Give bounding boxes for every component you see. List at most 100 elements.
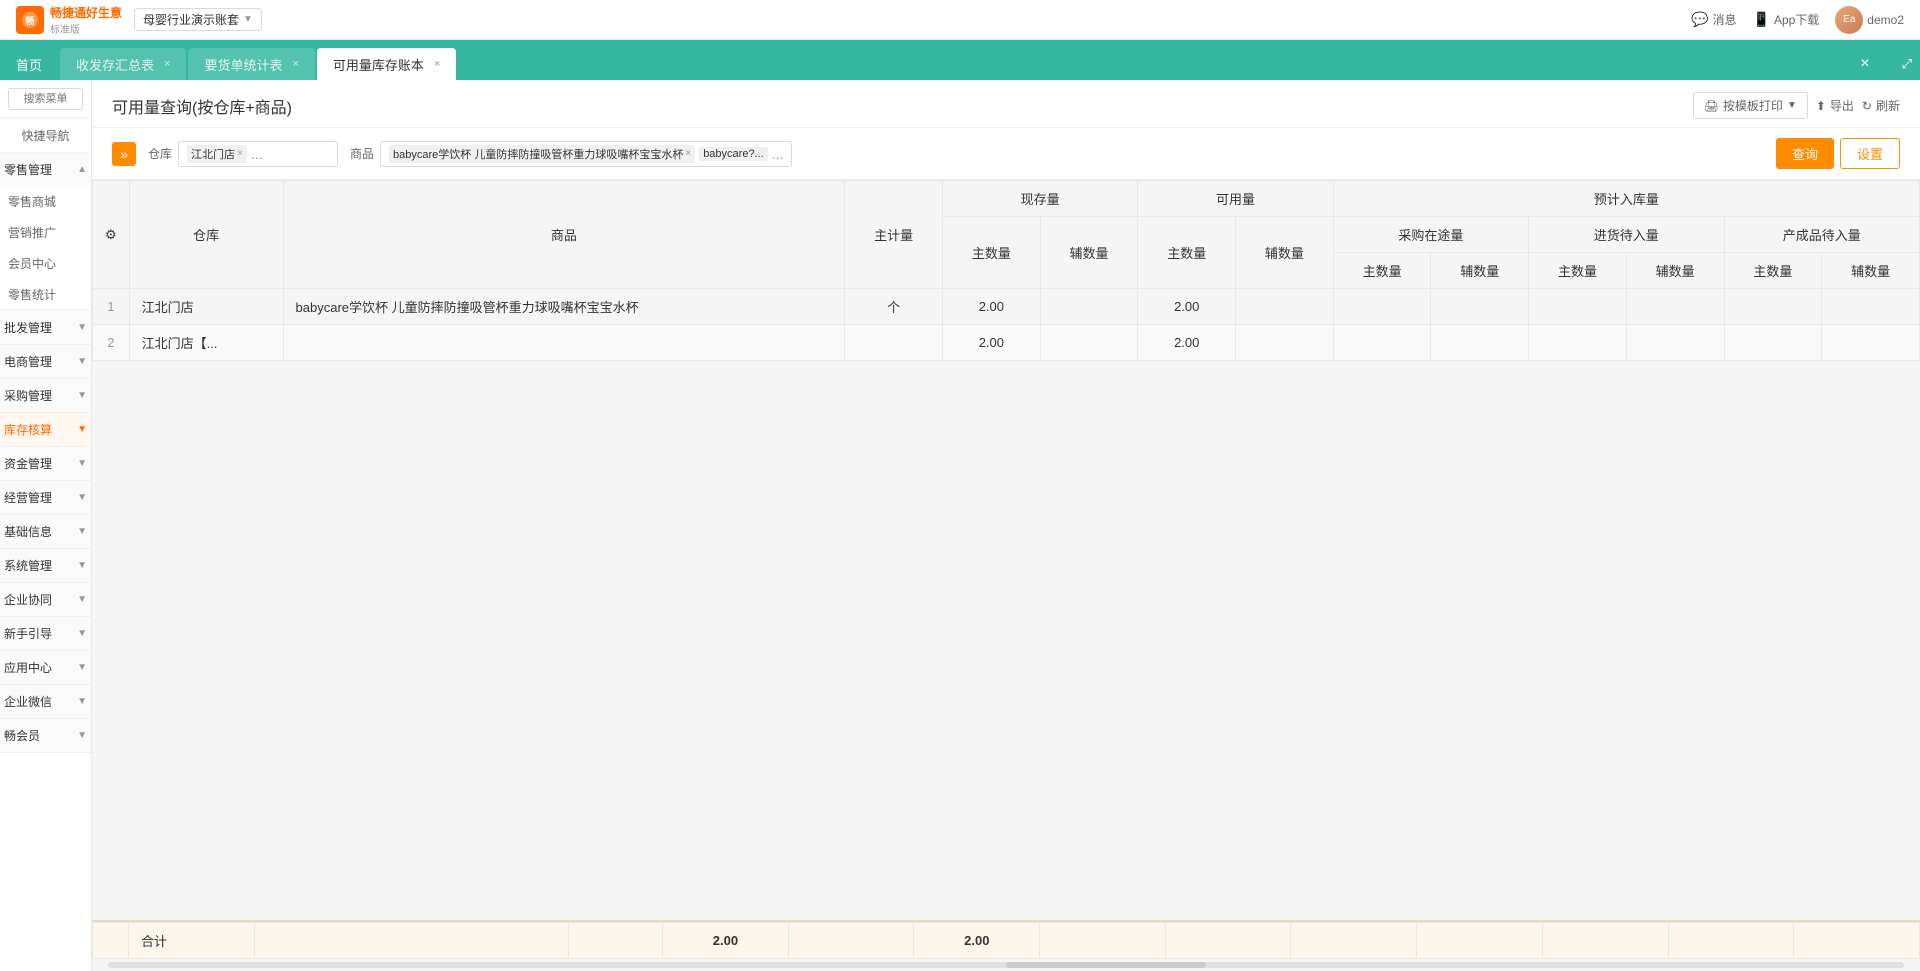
sidebar-group-purchase-title[interactable]: 采购管理 ▼ — [0, 379, 91, 412]
row-warehouse-2: 江北门店【... — [129, 325, 283, 361]
tab-order-label: 要货单统计表 — [204, 55, 282, 74]
sidebar-group-appstore-title[interactable]: 应用中心 ▼ — [0, 651, 91, 684]
scroll-track — [108, 962, 1904, 968]
sidebar-group-newbie-title[interactable]: 新手引导 ▼ — [0, 617, 91, 650]
tab-receipt[interactable]: 收发存汇总表 × — [60, 48, 186, 80]
expand-filter-button[interactable]: » — [112, 142, 136, 166]
user-menu[interactable]: Ea demo2 — [1835, 6, 1904, 34]
sidebar-group-business: 经营管理 ▼ — [0, 481, 91, 515]
query-button[interactable]: 查询 — [1776, 138, 1834, 169]
sidebar-group-business-title[interactable]: 经营管理 ▼ — [0, 481, 91, 514]
warehouse-filter-group: 仓库 江北门店 × ... — [148, 141, 338, 167]
sidebar-group-newbie: 新手引导 ▼ — [0, 617, 91, 651]
sidebar-group-ecom: 电商管理 ▼ — [0, 345, 91, 379]
th-available-aux: 辅数量 — [1236, 217, 1334, 289]
th-product-pending: 产成品待入量 — [1724, 217, 1920, 253]
th-current-stock: 现存量 — [943, 181, 1138, 217]
export-button[interactable]: ⬆ 导出 — [1816, 97, 1854, 114]
sidebar-group-wechat-title[interactable]: 企业微信 ▼ — [0, 685, 91, 718]
th-purchase-aux: 辅数量 — [1431, 253, 1529, 289]
th-product: 商品 — [283, 181, 845, 289]
message-button[interactable]: 💬 消息 — [1691, 11, 1736, 28]
warehouse-filter-label: 仓库 — [148, 145, 172, 162]
horizontal-scrollbar[interactable] — [92, 959, 1920, 971]
chevron-down-icon: ▼ — [243, 14, 253, 25]
sidebar-item-retail-stats[interactable]: 零售统计 — [0, 279, 91, 310]
purchase-label: 采购管理 — [4, 387, 52, 404]
th-purchase-main: 主数量 — [1333, 253, 1431, 289]
sidebar-group-member-title[interactable]: 畅会员 ▼ — [0, 719, 91, 752]
content-area: 可用量查询(按仓库+商品) 🖨 按模板打印 ▼ ⬆ 导出 ↻ 刷新 — [92, 80, 1920, 971]
row-purchase-main-1 — [1333, 289, 1431, 325]
sidebar-group-finance: 资金管理 ▼ — [0, 447, 91, 481]
sidebar-item-members[interactable]: 会员中心 — [0, 248, 91, 279]
tab-inventory-close[interactable]: × — [434, 58, 440, 70]
sidebar-group-system-title[interactable]: 系统管理 ▼ — [0, 549, 91, 582]
logo-text: 畅捷通好生意 — [50, 4, 122, 21]
refresh-button[interactable]: ↻ 刷新 — [1862, 97, 1900, 114]
row-product-1: babycare学饮杯 儿童防摔防撞吸管杯重力球吸嘴杯宝宝水杯 — [283, 289, 845, 325]
th-settings[interactable]: ⚙ — [93, 181, 130, 289]
nav-tabs: 首页 收发存汇总表 × 要货单统计表 × 可用量库存账本 × × ⤢ — [0, 40, 1920, 80]
footer-inbound-aux — [1542, 923, 1668, 959]
sidebar-item-quick-nav[interactable]: 快捷导航 — [0, 119, 91, 153]
message-icon: 💬 — [1691, 11, 1708, 28]
row-available-aux-2 — [1236, 325, 1334, 361]
footer-total-table: 合计 2.00 2.00 — [92, 922, 1920, 959]
sidebar-group-retail-title[interactable]: 零售管理 ▲ — [0, 153, 91, 186]
tab-receipt-close[interactable]: × — [164, 58, 170, 70]
row-product-main-1 — [1724, 289, 1822, 325]
page-title: 可用量查询(按仓库+商品) — [112, 94, 292, 118]
close-all-tabs[interactable]: × — [1844, 48, 1885, 80]
row-current-aux-1 — [1040, 289, 1138, 325]
th-product-main: 主数量 — [1724, 253, 1822, 289]
row-available-main-1: 2.00 — [1138, 289, 1236, 325]
sidebar-group-basic-title[interactable]: 基础信息 ▼ — [0, 515, 91, 548]
search-input[interactable] — [8, 88, 83, 110]
th-planned-inbound: 预计入库量 — [1333, 181, 1919, 217]
tab-order-close[interactable]: × — [292, 58, 298, 70]
sidebar-group-finance-title[interactable]: 资金管理 ▼ — [0, 447, 91, 480]
warehouse-tag-remove[interactable]: × — [237, 148, 243, 159]
logo-sub: 标准版 — [50, 21, 122, 36]
warehouse-filter-input[interactable]: 江北门店 × ... — [178, 141, 338, 167]
sidebar-group-appstore: 应用中心 ▼ — [0, 651, 91, 685]
sidebar-group-enterprise: 企业协同 ▼ — [0, 583, 91, 617]
ecom-label: 电商管理 — [4, 353, 52, 370]
sidebar-item-marketing[interactable]: 营销推广 — [0, 217, 91, 248]
footer-purchase-aux — [1291, 923, 1417, 959]
chevron-down-icon: ▼ — [1787, 100, 1797, 111]
row-current-main-2: 2.00 — [943, 325, 1041, 361]
sidebar-group-batch-title[interactable]: 批发管理 ▼ — [0, 311, 91, 344]
product-filter-input[interactable]: babycare学饮杯 儿童防摔防撞吸管杯重力球吸嘴杯宝宝水杯 × babyca… — [380, 141, 792, 167]
template-print-button[interactable]: 🖨 按模板打印 ▼ — [1693, 92, 1808, 119]
row-available-main-2: 2.00 — [1138, 325, 1236, 361]
setting-button[interactable]: 设置 — [1840, 138, 1900, 169]
tab-home[interactable]: 首页 — [0, 48, 58, 80]
sidebar-group-enterprise-title[interactable]: 企业协同 ▼ — [0, 583, 91, 616]
th-available: 可用量 — [1138, 181, 1333, 217]
page-actions: 🖨 按模板打印 ▼ ⬆ 导出 ↻ 刷新 — [1693, 92, 1900, 119]
product-tag1-remove[interactable]: × — [685, 148, 691, 159]
tab-inventory[interactable]: 可用量库存账本 × — [317, 48, 456, 80]
sidebar-search-area — [0, 80, 91, 119]
top-bar-left: 畅 畅捷通好生意 标准版 母婴行业演示账套 ▼ — [16, 4, 262, 36]
footer-label: 合计 — [129, 923, 255, 959]
th-current-aux: 辅数量 — [1040, 217, 1138, 289]
industry-selector[interactable]: 母婴行业演示账套 ▼ — [134, 8, 262, 31]
row-inbound-main-2 — [1529, 325, 1627, 361]
scroll-thumb[interactable] — [1006, 962, 1206, 968]
main-layout: 快捷导航 零售管理 ▲ 零售商城 营销推广 会员中心 零售统计 批发管理 ▼ 电… — [0, 80, 1920, 971]
app-download-button[interactable]: 📱 App下载 — [1753, 11, 1820, 28]
expand-nav-button[interactable]: ⤢ — [1894, 48, 1920, 80]
warehouse-filter-more[interactable]: ... — [251, 146, 263, 162]
tab-order[interactable]: 要货单统计表 × — [188, 48, 314, 80]
username: demo2 — [1867, 13, 1904, 27]
row-inbound-aux-1 — [1626, 289, 1724, 325]
sidebar-group-ecom-title[interactable]: 电商管理 ▼ — [0, 345, 91, 378]
newbie-label: 新手引导 — [4, 625, 52, 642]
sidebar-group-inventory-title[interactable]: 库存核算 ▼ — [0, 413, 91, 446]
quick-nav-label: 快捷导航 — [21, 129, 69, 143]
product-filter-more[interactable]: ... — [772, 146, 784, 162]
sidebar-item-online-shop[interactable]: 零售商城 — [0, 186, 91, 217]
